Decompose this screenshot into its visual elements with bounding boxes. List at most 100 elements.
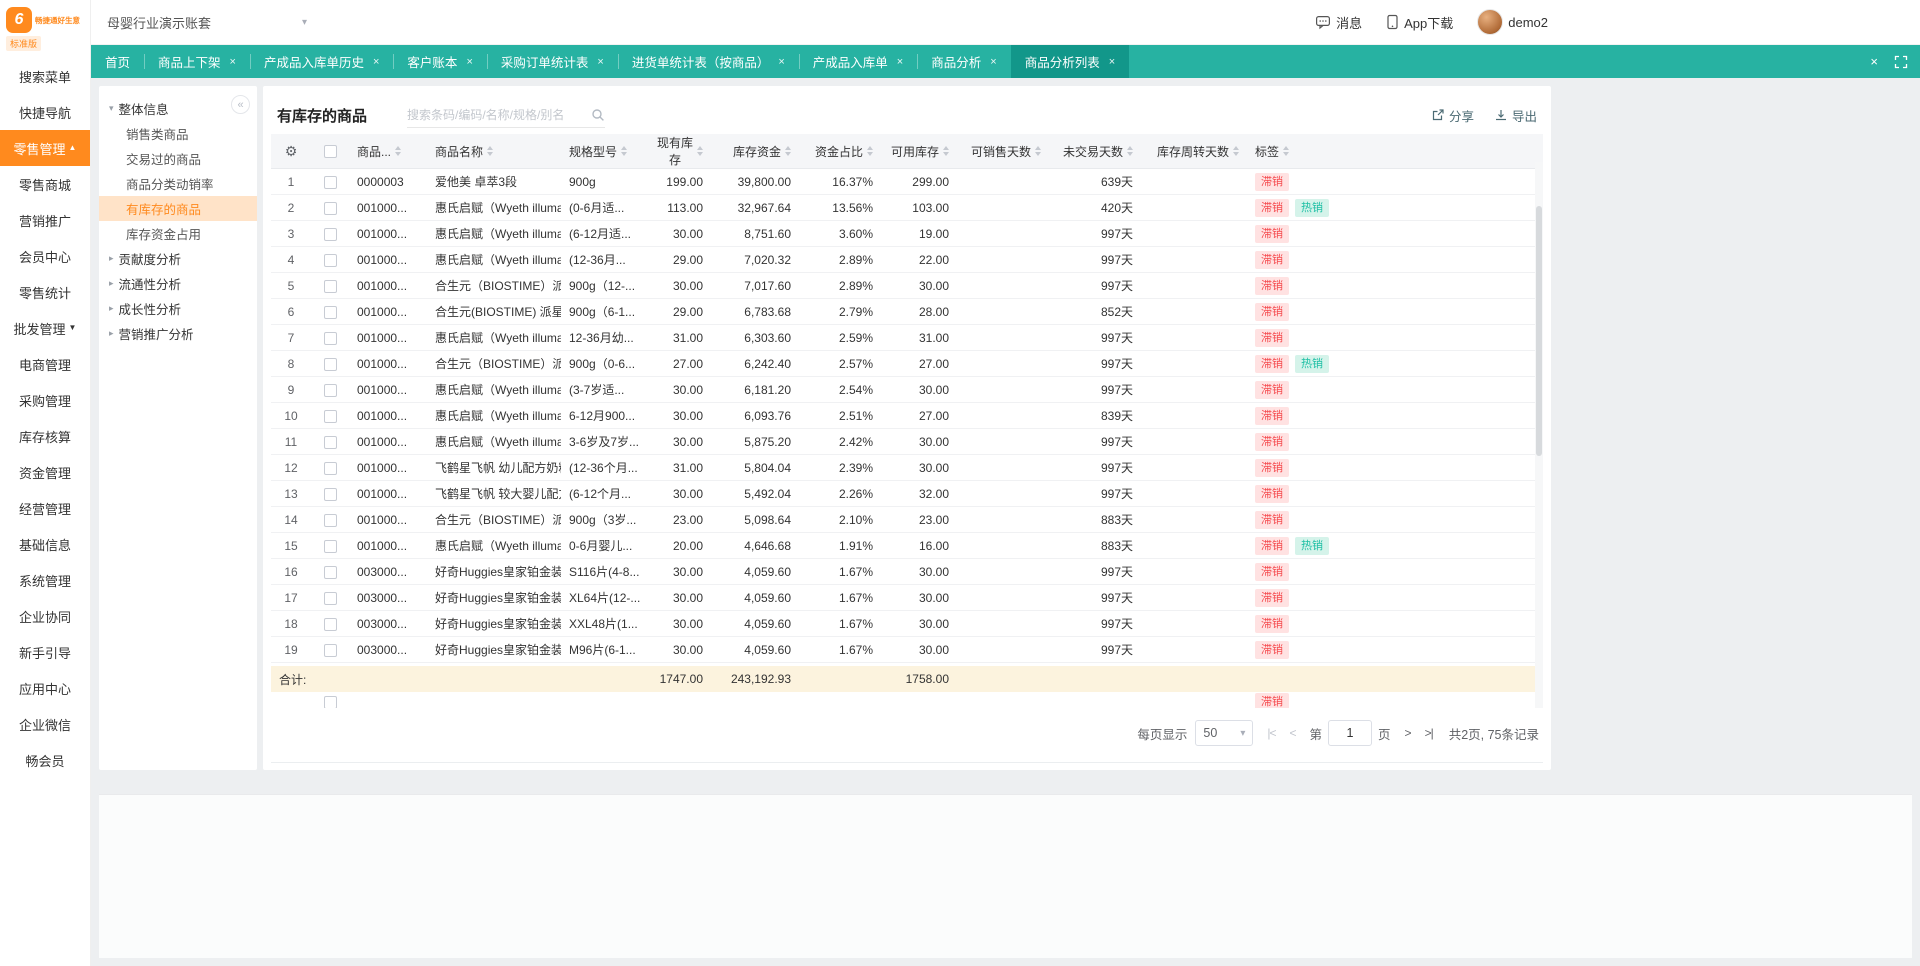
table-row[interactable]: 11001000...惠氏启赋（Wyeth illuma）3-6岁及7岁...3…	[271, 428, 1543, 455]
row-checkbox[interactable]	[323, 591, 337, 605]
share-button[interactable]: 分享	[1431, 106, 1474, 125]
table-scrollbar[interactable]	[1535, 162, 1543, 708]
last-page-button[interactable]: >|	[1425, 726, 1434, 740]
row-checkbox[interactable]	[323, 539, 337, 553]
tab[interactable]: 商品分析列表 ×	[1010, 45, 1130, 78]
tab[interactable]: 首页	[91, 45, 144, 78]
sort-icon[interactable]	[487, 146, 494, 156]
tab[interactable]: 商品分析 ×	[917, 45, 1010, 78]
table-row[interactable]: 19003000...好奇Huggies皇家铂金装纸尿M96片(6-1...30…	[271, 636, 1543, 663]
table-row[interactable]: 10 001000...惠氏启赋（Wyeth illuma）6-12月900...…	[271, 402, 1543, 429]
table-row[interactable]: 9001000...惠氏启赋（Wyeth illuma）(3-7岁适...30.…	[271, 376, 1543, 403]
gear-icon[interactable]: ⚙	[285, 143, 298, 159]
sidebar-item[interactable]: 经营管理	[0, 490, 90, 526]
row-checkbox[interactable]	[323, 565, 337, 579]
sidebar-item[interactable]: 库存核算	[0, 418, 90, 454]
sidebar-item[interactable]: 快捷导航	[0, 94, 90, 130]
column-header[interactable]: 商品名称	[427, 134, 561, 169]
sidebar-item[interactable]: 新手引导	[0, 634, 90, 670]
close-all-tabs-icon[interactable]: ×	[1870, 54, 1878, 69]
table-row[interactable]: 4 001000...惠氏启赋（Wyeth illuma）(12-36月...29…	[271, 246, 1543, 273]
table-row[interactable]: 2 001000...惠氏启赋（Wyeth illuma）(0-6月适...113…	[271, 194, 1543, 221]
row-checkbox[interactable]	[323, 279, 337, 293]
sidebar-item[interactable]: 应用中心	[0, 670, 90, 706]
close-tab-icon[interactable]: ×	[1109, 56, 1115, 68]
tab[interactable]: 商品上下架 ×	[144, 45, 250, 78]
column-header[interactable]: 标签	[1247, 134, 1543, 169]
row-checkbox[interactable]	[323, 461, 337, 475]
next-page-button[interactable]: >	[1405, 726, 1412, 740]
column-settings-header[interactable]: ⚙	[271, 134, 311, 169]
row-checkbox[interactable]	[323, 695, 337, 708]
sort-icon[interactable]	[943, 146, 949, 156]
table-row[interactable]: 16003000...好奇Huggies皇家铂金装纸尿S116片(4-8...3…	[271, 558, 1543, 585]
row-checkbox[interactable]	[323, 513, 337, 527]
close-tab-icon[interactable]: ×	[597, 56, 603, 68]
column-header[interactable]: 库存周转天数	[1141, 134, 1247, 169]
column-header[interactable]: 可销售天数	[957, 134, 1049, 169]
table-row[interactable]: 7001000...惠氏启赋（Wyeth illuma）12-36月幼...31…	[271, 324, 1543, 351]
close-tab-icon[interactable]: ×	[373, 56, 379, 68]
search-icon[interactable]	[591, 108, 605, 122]
row-checkbox[interactable]	[323, 383, 337, 397]
row-checkbox[interactable]	[323, 617, 337, 631]
fullscreen-icon[interactable]	[1894, 55, 1908, 69]
column-header[interactable]: 库存资金	[711, 134, 799, 169]
row-checkbox[interactable]	[323, 643, 337, 657]
subnav-item[interactable]: 有库存的商品	[99, 196, 257, 221]
tab[interactable]: 采购订单统计表 ×	[486, 45, 618, 78]
sidebar-item[interactable]: 电商管理	[0, 346, 90, 382]
row-checkbox[interactable]	[323, 201, 337, 215]
column-header[interactable]: 现有库存	[649, 134, 711, 169]
table-row[interactable]: 18003000...好奇Huggies皇家铂金装拉拉XXL48片(1...30…	[271, 610, 1543, 637]
search-input[interactable]	[407, 107, 592, 122]
account-selector[interactable]: 母婴行业演示账套 ▾	[107, 13, 307, 32]
select-all-checkbox[interactable]	[323, 145, 337, 159]
sidebar-item[interactable]: 企业微信	[0, 706, 90, 742]
table-row[interactable]: 12 001000...飞鹤星飞帆 幼儿配方奶粉 3(12-36个月...31.0…	[271, 454, 1543, 481]
subnav-group[interactable]: ▸ 贡献度分析	[99, 246, 257, 271]
collapse-subnav-button[interactable]: «	[231, 95, 250, 114]
export-button[interactable]: 导出	[1494, 106, 1537, 125]
sort-icon[interactable]	[1233, 146, 1239, 156]
user-menu[interactable]: demo2	[1477, 9, 1548, 35]
subnav-item[interactable]: 商品分类动销率	[99, 171, 257, 196]
first-page-button[interactable]: |<	[1267, 726, 1276, 740]
scrollbar-thumb[interactable]	[1536, 206, 1542, 456]
row-checkbox[interactable]	[323, 357, 337, 371]
subnav-group[interactable]: ▸ 营销推广分析	[99, 321, 257, 346]
sort-icon[interactable]	[395, 146, 402, 156]
column-header[interactable]: 商品...	[349, 134, 427, 169]
row-checkbox[interactable]	[323, 409, 337, 423]
sidebar-item[interactable]: 会员中心	[0, 238, 90, 274]
table-row[interactable]: 3 001000...惠氏启赋（Wyeth illuma）(6-12月适...30…	[271, 220, 1543, 247]
sidebar-item[interactable]: 基础信息	[0, 526, 90, 562]
row-checkbox[interactable]	[323, 331, 337, 345]
subnav-item[interactable]: 销售类商品	[99, 121, 257, 146]
page-input[interactable]	[1328, 720, 1373, 746]
sort-icon[interactable]	[1127, 146, 1133, 156]
sidebar-item[interactable]: 搜索菜单	[0, 58, 90, 94]
messages-button[interactable]: 消息	[1315, 13, 1362, 32]
table-row[interactable]: 13 001000...飞鹤星飞帆 较大婴儿配方奶(6-12个月...30.005…	[271, 480, 1543, 507]
row-checkbox[interactable]	[323, 435, 337, 449]
close-tab-icon[interactable]: ×	[897, 56, 903, 68]
sidebar-item[interactable]: 企业协同	[0, 598, 90, 634]
sidebar-item[interactable]: 零售商城	[0, 166, 90, 202]
sort-icon[interactable]	[867, 146, 873, 156]
close-tab-icon[interactable]: ×	[466, 56, 472, 68]
column-header[interactable]: 规格型号	[561, 134, 649, 169]
close-tab-icon[interactable]: ×	[230, 56, 236, 68]
sidebar-item[interactable]: 系统管理	[0, 562, 90, 598]
row-checkbox[interactable]	[323, 253, 337, 267]
table-row[interactable]: 1 0000003 爱他美 卓萃3段 900g 199.00 39,800.00 16.37…	[271, 168, 1543, 195]
sort-icon[interactable]	[697, 146, 703, 156]
table-row[interactable]: 8001000...合生元（BIOSTIME）派星 1900g（0-6...27…	[271, 350, 1543, 377]
sidebar-item[interactable]: 零售管理 ▲	[0, 130, 90, 166]
tab[interactable]: 进货单统计表（按商品） ×	[617, 45, 799, 78]
sort-icon[interactable]	[1035, 146, 1041, 156]
sidebar-item[interactable]: 资金管理	[0, 454, 90, 490]
subnav-group[interactable]: ▸ 流通性分析	[99, 271, 257, 296]
row-checkbox[interactable]	[323, 487, 337, 501]
table-row[interactable]: 6001000...合生元(BIOSTIME) 派星较大900g（6-1...2…	[271, 298, 1543, 325]
